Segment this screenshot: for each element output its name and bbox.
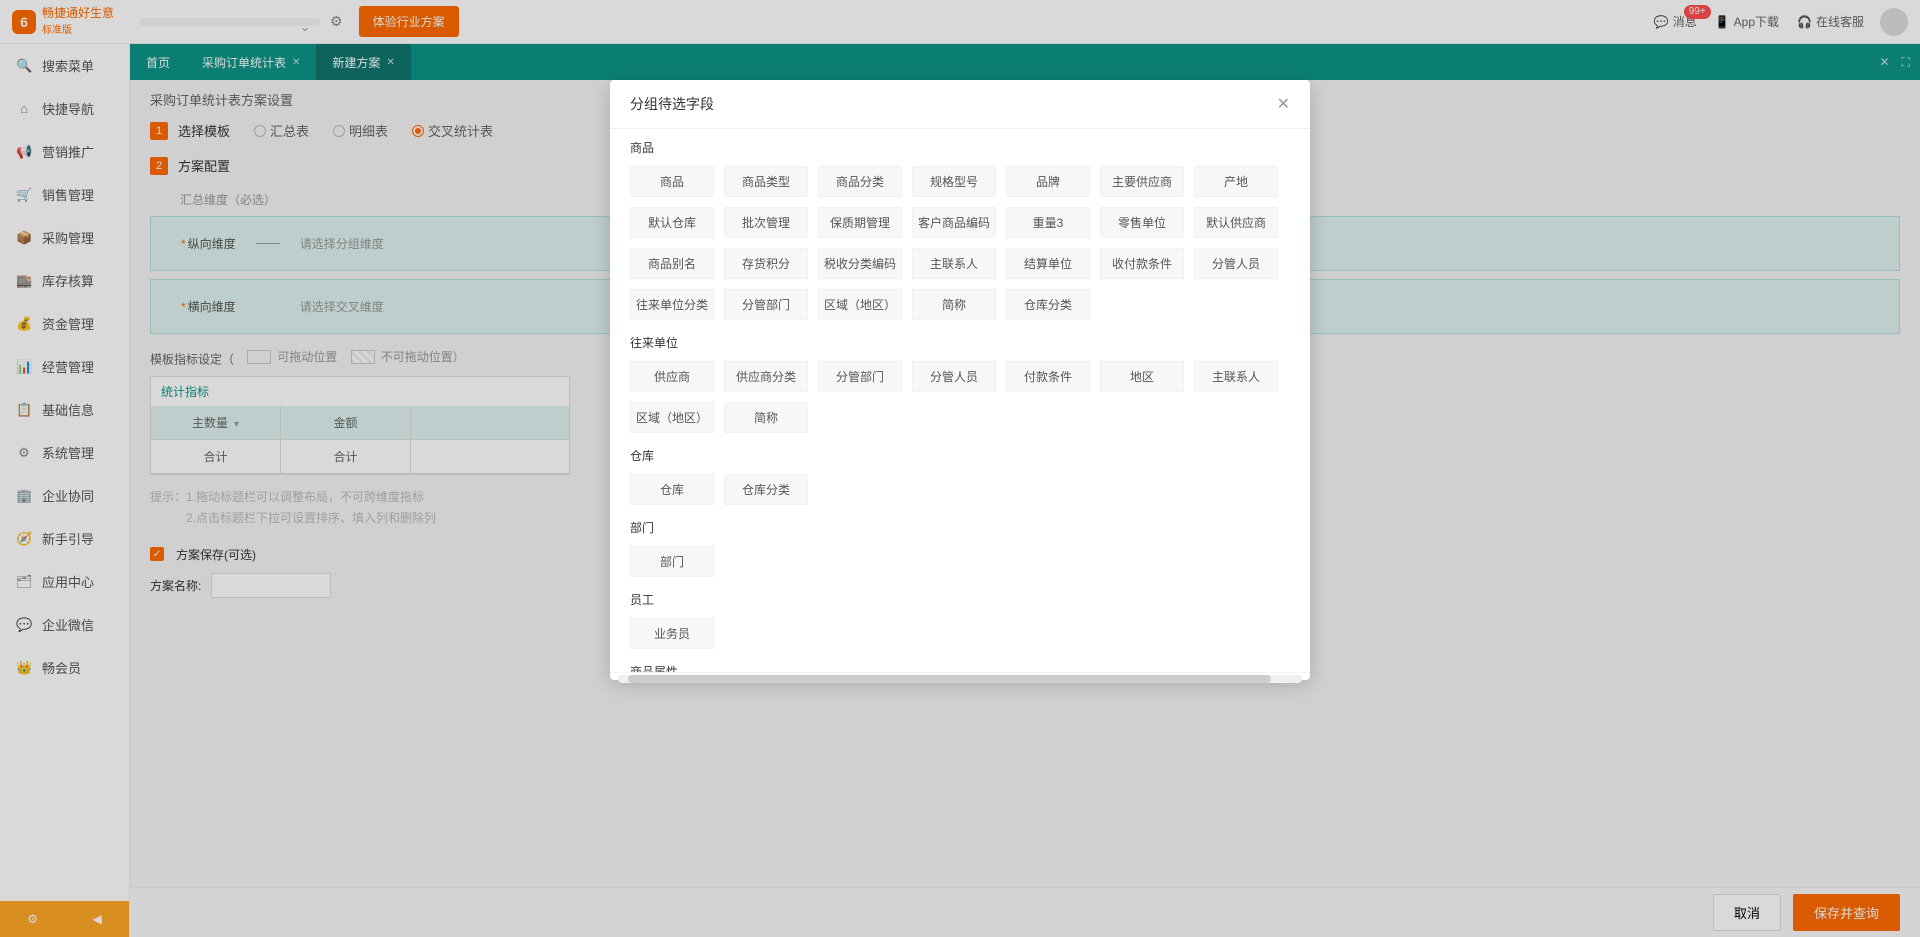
section-title: 员工 <box>630 591 1290 608</box>
field-section: 员工业务员 <box>630 591 1290 649</box>
field-option[interactable]: 分管人员 <box>1194 248 1278 279</box>
section-title: 仓库 <box>630 447 1290 464</box>
field-option[interactable]: 规格型号 <box>912 166 996 197</box>
field-section: 仓库仓库仓库分类 <box>630 447 1290 505</box>
field-section: 商品属性属性颜色多规格尺码鞋码1 <box>630 663 1290 672</box>
field-option[interactable]: 简称 <box>912 289 996 320</box>
field-option[interactable]: 供应商分类 <box>724 361 808 392</box>
modal-backdrop[interactable]: 分组待选字段 ✕ 商品商品商品类型商品分类规格型号品牌主要供应商产地默认仓库批次… <box>0 0 1920 937</box>
field-section: 商品商品商品类型商品分类规格型号品牌主要供应商产地默认仓库批次管理保质期管理客户… <box>630 139 1290 320</box>
field-option[interactable]: 收付款条件 <box>1100 248 1184 279</box>
field-option[interactable]: 部门 <box>630 546 714 577</box>
field-option[interactable]: 保质期管理 <box>818 207 902 238</box>
field-option[interactable]: 零售单位 <box>1100 207 1184 238</box>
field-option[interactable]: 客户商品编码 <box>912 207 996 238</box>
field-option[interactable]: 供应商 <box>630 361 714 392</box>
field-option[interactable]: 分管部门 <box>818 361 902 392</box>
field-option[interactable]: 批次管理 <box>724 207 808 238</box>
field-option[interactable]: 地区 <box>1100 361 1184 392</box>
section-title: 部门 <box>630 519 1290 536</box>
field-section: 往来单位供应商供应商分类分管部门分管人员付款条件地区主联系人区域（地区） 简称 <box>630 334 1290 433</box>
field-option[interactable]: 商品 <box>630 166 714 197</box>
field-option[interactable]: 分管人员 <box>912 361 996 392</box>
field-option[interactable]: 仓库 <box>630 474 714 505</box>
field-option[interactable]: 商品别名 <box>630 248 714 279</box>
field-option[interactable]: 结算单位 <box>1006 248 1090 279</box>
section-title: 商品属性 <box>630 663 1290 672</box>
modal-body: 商品商品商品类型商品分类规格型号品牌主要供应商产地默认仓库批次管理保质期管理客户… <box>610 129 1310 672</box>
section-title: 商品 <box>630 139 1290 156</box>
field-option[interactable]: 重量3 <box>1006 207 1090 238</box>
field-option[interactable]: 仓库分类 <box>1006 289 1090 320</box>
field-option[interactable]: 分管部门 <box>724 289 808 320</box>
field-option[interactable]: 区域（地区） <box>818 289 902 320</box>
horizontal-scrollbar[interactable] <box>618 675 1302 683</box>
modal-close-button[interactable]: ✕ <box>1277 94 1290 114</box>
field-option[interactable]: 往来单位分类 <box>630 289 714 320</box>
field-option[interactable]: 业务员 <box>630 618 714 649</box>
field-option[interactable]: 付款条件 <box>1006 361 1090 392</box>
field-option[interactable]: 产地 <box>1194 166 1278 197</box>
field-selector-modal: 分组待选字段 ✕ 商品商品商品类型商品分类规格型号品牌主要供应商产地默认仓库批次… <box>610 80 1310 680</box>
field-option[interactable]: 商品类型 <box>724 166 808 197</box>
field-option[interactable]: 简称 <box>724 402 808 433</box>
field-option[interactable]: 主要供应商 <box>1100 166 1184 197</box>
modal-title: 分组待选字段 <box>630 94 714 114</box>
field-option[interactable]: 仓库分类 <box>724 474 808 505</box>
field-option[interactable]: 默认仓库 <box>630 207 714 238</box>
field-option[interactable]: 主联系人 <box>1194 361 1278 392</box>
field-option[interactable]: 区域（地区） <box>630 402 714 433</box>
field-option[interactable]: 商品分类 <box>818 166 902 197</box>
field-option[interactable]: 品牌 <box>1006 166 1090 197</box>
field-section: 部门部门 <box>630 519 1290 577</box>
section-title: 往来单位 <box>630 334 1290 351</box>
field-option[interactable]: 税收分类编码 <box>818 248 902 279</box>
field-option[interactable]: 默认供应商 <box>1194 207 1278 238</box>
field-option[interactable]: 主联系人 <box>912 248 996 279</box>
field-option[interactable]: 存货积分 <box>724 248 808 279</box>
